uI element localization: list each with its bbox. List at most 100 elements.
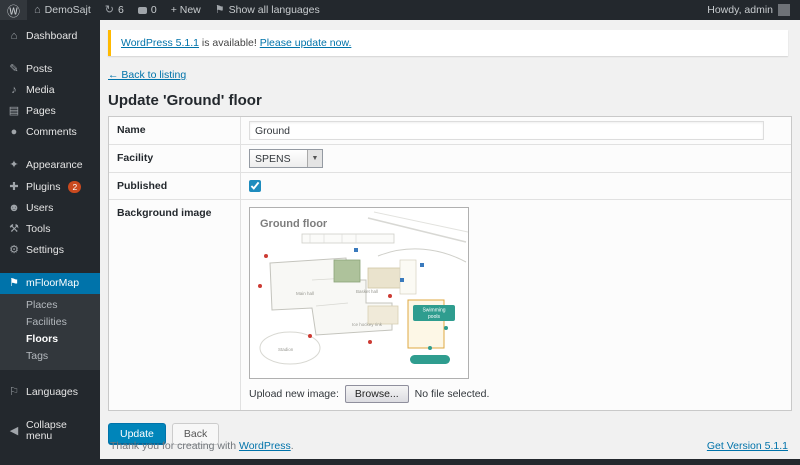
sidebar-item-languages[interactable]: ⚐ Languages xyxy=(0,382,100,403)
form-row-name: Name xyxy=(109,117,791,145)
sidebar-item-users[interactable]: ☻ Users xyxy=(0,198,100,219)
dashboard-icon: ⌂ xyxy=(8,31,20,42)
site-name-label: DemoSajt xyxy=(45,4,91,16)
published-label: Published xyxy=(109,173,241,199)
avatar xyxy=(778,4,790,16)
svg-text:Swimming: Swimming xyxy=(422,308,445,314)
howdy-account-menu[interactable]: Howdy, admin xyxy=(697,0,800,20)
sidebar-item-label: mFloorMap xyxy=(26,278,79,289)
sidebar-item-media[interactable]: ♪ Media xyxy=(0,80,100,101)
map-pool-label: Swimming pools xyxy=(413,305,455,321)
background-image-label: Background image xyxy=(109,200,241,410)
sidebar-item-pages[interactable]: ▤ Pages xyxy=(0,101,100,122)
comments-count: 0 xyxy=(151,4,157,16)
update-nag-notice: WordPress 5.1.1 is available! Please upd… xyxy=(108,30,788,56)
floor-map-image: Swimming pools Ground floor Main hall Ba… xyxy=(249,207,469,379)
sidebar-subitem-facilities[interactable]: Facilities xyxy=(0,314,100,331)
update-icon: ↻ xyxy=(105,5,114,16)
sidebar-item-label: Users xyxy=(26,203,53,214)
bottom-bar xyxy=(0,459,800,465)
sidebar-item-label: Media xyxy=(26,85,55,96)
name-label: Name xyxy=(109,117,241,144)
sidebar-item-label: Posts xyxy=(26,64,52,75)
floor-edit-form: Name Facility SPENS ▼ Published xyxy=(108,116,792,411)
home-icon: ⌂ xyxy=(34,5,41,16)
no-file-selected-text: No file selected. xyxy=(415,388,490,400)
sidebar-subitem-tags[interactable]: Tags xyxy=(0,348,100,365)
sidebar-item-label: Tools xyxy=(26,224,51,235)
map-label-ice-rink: Ice hockey rink xyxy=(352,322,383,327)
sidebar-item-comments[interactable]: ● Comments xyxy=(0,122,100,143)
updates-count: 6 xyxy=(118,4,124,16)
please-update-link[interactable]: Please update now. xyxy=(260,37,352,49)
map-label-basket-hall: Basket hall xyxy=(356,289,378,294)
back-to-listing-link[interactable]: ← Back to listing xyxy=(108,69,186,81)
admin-bar: Ⓦ ⌂ DemoSajt ↻ 6 0 + New ⚑ Show all lang… xyxy=(0,0,800,20)
plugins-icon: ✚ xyxy=(8,182,20,193)
map-title: Ground floor xyxy=(260,218,328,230)
sidebar-item-mfloormap[interactable]: ⚑ mFloorMap xyxy=(0,273,100,294)
sidebar-item-plugins[interactable]: ✚ Plugins 2 xyxy=(0,176,100,198)
sidebar-item-dashboard[interactable]: ⌂ Dashboard xyxy=(0,26,100,47)
media-icon: ♪ xyxy=(8,85,20,96)
get-version-link[interactable]: Get Version 5.1.1 xyxy=(707,440,788,452)
new-content-button[interactable]: + New xyxy=(164,0,208,20)
facility-selected-value: SPENS xyxy=(255,153,291,165)
site-name-menu[interactable]: ⌂ DemoSajt xyxy=(27,0,98,20)
collapse-menu-button[interactable]: ◀ Collapse menu xyxy=(0,415,100,447)
howdy-label: Howdy, admin xyxy=(707,4,773,16)
menu-separator xyxy=(0,143,100,155)
posts-icon: ✎ xyxy=(8,64,20,75)
sidebar-item-posts[interactable]: ✎ Posts xyxy=(0,59,100,80)
sidebar-item-appearance[interactable]: ✦ Appearance xyxy=(0,155,100,176)
show-all-languages-menu[interactable]: ⚑ Show all languages xyxy=(208,0,327,20)
languages-icon: ⚐ xyxy=(8,387,20,398)
sidebar-item-label: Appearance xyxy=(26,160,83,171)
upload-new-image-label: Upload new image: xyxy=(249,388,339,400)
published-checkbox[interactable] xyxy=(249,180,261,192)
page-title: Update 'Ground' floor xyxy=(108,92,792,109)
footer-thanks: Thank you for creating with WordPress. xyxy=(110,440,294,452)
updates-indicator[interactable]: ↻ 6 xyxy=(98,0,131,20)
menu-separator xyxy=(0,47,100,59)
languages-label: Show all languages xyxy=(229,4,320,16)
facility-label: Facility xyxy=(109,145,241,172)
facility-select[interactable]: SPENS ▼ xyxy=(249,149,323,168)
sidebar-item-label: Comments xyxy=(26,127,77,138)
sidebar-item-label: Languages xyxy=(26,387,78,398)
new-content-label: + New xyxy=(171,4,201,16)
settings-icon: ⚙ xyxy=(8,245,20,256)
wordpress-admin-page: Ⓦ ⌂ DemoSajt ↻ 6 0 + New ⚑ Show all lang… xyxy=(0,0,800,465)
menu-separator xyxy=(0,261,100,273)
users-icon: ☻ xyxy=(8,203,20,214)
form-row-published: Published xyxy=(109,173,791,200)
appearance-icon: ✦ xyxy=(8,160,20,171)
form-row-facility: Facility SPENS ▼ xyxy=(109,145,791,173)
wordpress-logo-menu[interactable]: Ⓦ xyxy=(0,0,27,20)
browse-button[interactable]: Browse... xyxy=(345,385,409,403)
sidebar-subitem-floors[interactable]: Floors xyxy=(0,331,100,348)
notice-text: is available! xyxy=(199,37,260,49)
sidebar-item-label: Collapse menu xyxy=(26,420,92,442)
comment-bubble-icon xyxy=(138,7,147,14)
comments-icon: ● xyxy=(8,127,20,138)
name-input[interactable] xyxy=(249,121,764,140)
flag-icon: ⚑ xyxy=(215,5,225,16)
sidebar-item-label: Plugins xyxy=(26,182,60,193)
comments-indicator[interactable]: 0 xyxy=(131,0,164,20)
admin-footer: Thank you for creating with WordPress. G… xyxy=(110,440,788,452)
map-label-stadion: Stadion xyxy=(278,347,294,352)
chevron-down-icon: ▼ xyxy=(307,150,322,167)
wordpress-logo-icon: Ⓦ xyxy=(7,1,20,20)
menu-separator xyxy=(0,370,100,382)
sidebar-subitem-places[interactable]: Places xyxy=(0,297,100,314)
admin-sidebar: ⌂ Dashboard ✎ Posts ♪ Media ▤ Pages ● Co… xyxy=(0,20,100,465)
sidebar-item-label: Pages xyxy=(26,106,56,117)
wordpress-version-link[interactable]: WordPress 5.1.1 xyxy=(121,37,199,49)
collapse-arrow-icon: ◀ xyxy=(8,426,20,437)
wordpress-footer-link[interactable]: WordPress xyxy=(239,440,291,452)
sidebar-item-settings[interactable]: ⚙ Settings xyxy=(0,240,100,261)
mfloormap-submenu: Places Facilities Floors Tags xyxy=(0,294,100,370)
location-pin-icon: ⚑ xyxy=(8,278,20,289)
sidebar-item-tools[interactable]: ⚒ Tools xyxy=(0,219,100,240)
